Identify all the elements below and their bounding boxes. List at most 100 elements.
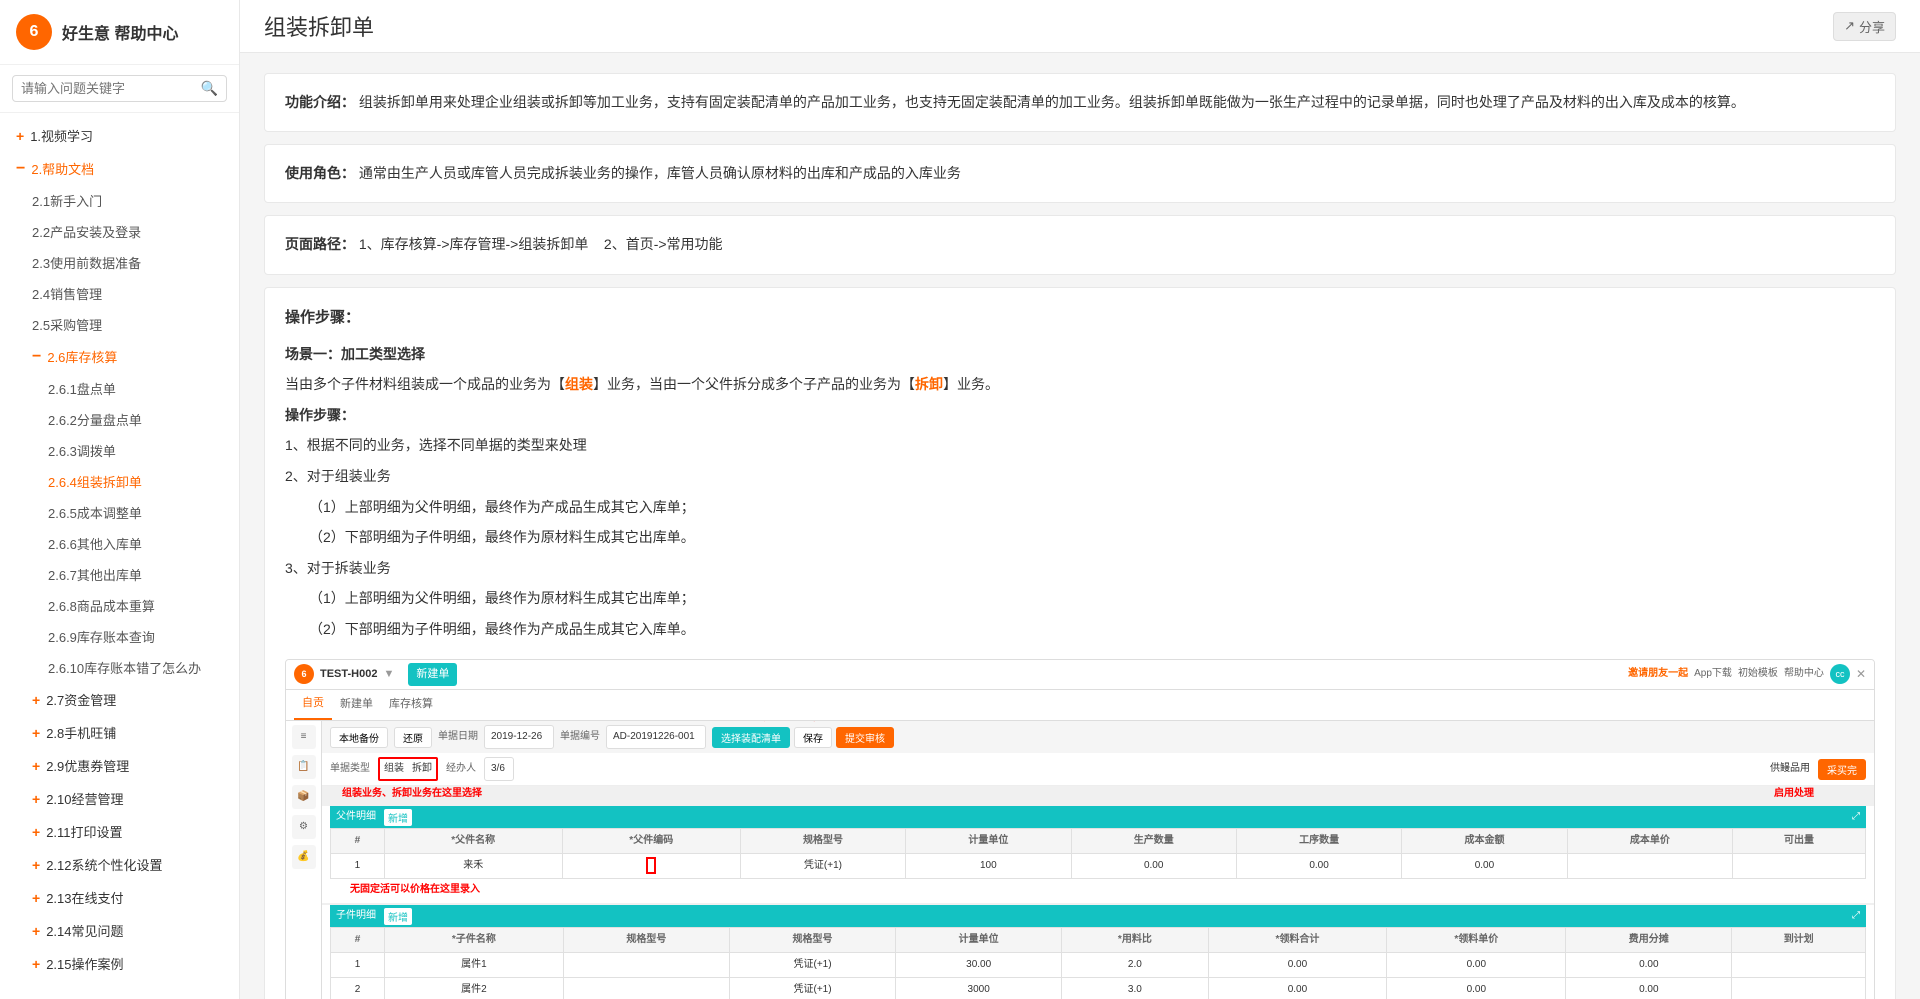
sim-date-field[interactable]: 2019-12-26 — [484, 725, 554, 749]
share-icon: ↗ — [1844, 18, 1855, 34]
main-panel: 组装拆卸单 ↗ 分享 功能介绍： 组装拆卸单用来处理企业组装或拆卸等加工业务，支… — [240, 0, 1920, 999]
path-item2: 2、首页->常用功能 — [604, 236, 723, 252]
sim-parent-row-unit: 100 — [906, 854, 1071, 879]
sim-docnum-field[interactable]: AD-20191226-001 — [606, 725, 706, 749]
sidebar-item-video[interactable]: + 1.视频学习 — [0, 119, 239, 152]
sidebar-item-docs[interactable]: − 2.帮助文档 — [0, 152, 239, 185]
sim-nav-icon-2[interactable]: 📋 — [292, 755, 316, 779]
sim-date-label: 单据日期 — [438, 728, 478, 746]
steps-card: 操作步骤： 场景一：加工类型选择 当由多个子件材料组装成一个成品的业务为【组装】… — [264, 287, 1896, 999]
screenshot-container: 6 TEST-H002 ▼ 新建单 邀请朋友一起 App下载 初始模板 帮助中心… — [285, 659, 1875, 999]
sim-child-section-header: 子件明细 新增 ⤢ — [330, 905, 1866, 927]
sim-parent-col-name: *父件名称 — [384, 829, 562, 854]
sidebar-item-install[interactable]: 2.2产品安装及登录 — [0, 216, 239, 247]
sim-spacer — [322, 786, 1874, 806]
sidebar-item-inv261[interactable]: 2.6.1盘点单 — [0, 373, 239, 404]
step2-2: （2）下部明细为子件明细，最终作为原材料生成其它出库单。 — [285, 524, 1875, 551]
sim-close-icon[interactable]: ✕ — [1856, 664, 1866, 686]
sidebar-item-custom[interactable]: + 2.12系统个性化设置 — [0, 848, 239, 881]
sim-type-option-disassemble[interactable]: 拆卸 — [412, 760, 432, 778]
sim-docnum-label: 单据编号 — [560, 728, 600, 746]
sim-parent-section: 父件明细 新增 ⤢ # *父件名称 *父件编码 — [322, 806, 1874, 903]
sim-tab-active: 新建单 — [408, 663, 457, 687]
intro-text: 组装拆卸单用来处理企业组装或拆卸等加工业务，支持有固定装配清单的产品加工业务，也… — [359, 94, 1745, 110]
sidebar-item-inv2610[interactable]: 2.6.10库存账本错了怎么办 — [0, 652, 239, 683]
sim-parent-row-prod-qty: 0.00 — [1071, 854, 1236, 879]
sim-promote-btn: 邀请朋友一起 — [1628, 665, 1688, 683]
sidebar-item-inv262[interactable]: 2.6.2分量盘点单 — [0, 404, 239, 435]
sidebar-item-inv268[interactable]: 2.6.8商品成本重算 — [0, 590, 239, 621]
sim-parent-row-spec: 凭证(+1) — [740, 854, 905, 879]
sidebar-item-print[interactable]: + 2.11打印设置 — [0, 815, 239, 848]
sim-parent-table-row: 1 来禾 凭证(+1) 100 0.00 0.00 0.00 — [331, 854, 1866, 879]
sim-dropdown-icon: ▼ — [383, 665, 394, 685]
sim-main-content: 本地备份 还原 单据日期 2019-12-26 单据编号 AD-20191226… — [322, 721, 1874, 999]
sim-type-option-assemble[interactable]: 组装 — [384, 760, 404, 778]
step2-1: （1）上部明细为父件明细，最终作为产成品生成其它入库单； — [285, 494, 1875, 521]
sim-nav-icon-3[interactable]: 📦 — [292, 785, 316, 809]
sim-avatar: cc — [1830, 664, 1850, 684]
sim-btn-restore[interactable]: 还原 — [394, 727, 432, 748]
sidebar-item-inv263[interactable]: 2.6.3调拨单 — [0, 435, 239, 466]
intro-label: 功能介绍： — [285, 94, 355, 110]
sidebar-item-data[interactable]: 2.3使用前数据准备 — [0, 247, 239, 278]
sim-app: 6 TEST-H002 ▼ 新建单 邀请朋友一起 App下载 初始模板 帮助中心… — [286, 660, 1874, 999]
sidebar-item-inv269[interactable]: 2.6.9库存账本查询 — [0, 621, 239, 652]
nav-group: + 1.视频学习 − 2.帮助文档 2.1新手入门 2.2产品安装及登录 2.3… — [0, 113, 239, 986]
expand-icon-ops: + — [32, 791, 40, 807]
sidebar-item-faq[interactable]: + 2.14常见问题 — [0, 914, 239, 947]
steps-section: 场景一：加工类型选择 当由多个子件材料组装成一个成品的业务为【组装】业务，当由一… — [285, 341, 1875, 643]
expand-icon-print: + — [32, 824, 40, 840]
sim-child-col-price: *领料单价 — [1387, 928, 1566, 953]
sim-child-col-total: *领料合计 — [1208, 928, 1387, 953]
sim-handler-field[interactable]: 3/6 — [484, 757, 514, 781]
sidebar-item-online[interactable]: + 2.13在线支付 — [0, 881, 239, 914]
sim-btn-save[interactable]: 保存 — [794, 727, 832, 748]
sim-btn-select-bom[interactable]: 选择装配清单 — [712, 727, 790, 748]
sidebar-item-ops[interactable]: + 2.10经营管理 — [0, 782, 239, 815]
sim-type-select[interactable]: 组装 拆卸 — [378, 757, 438, 781]
sidebar-item-purchase[interactable]: 2.5采购管理 — [0, 309, 239, 340]
sim-child-col-ratio: *用料比 — [1062, 928, 1208, 953]
sidebar-item-inv264[interactable]: 2.6.4组装拆卸单 — [0, 466, 239, 497]
topbar: 组装拆卸单 ↗ 分享 — [240, 0, 1920, 53]
sidebar-item-coupon[interactable]: + 2.9优惠券管理 — [0, 749, 239, 782]
sim-remark-btn[interactable]: 采买完 — [1818, 759, 1866, 780]
sim-nav-icon-5[interactable]: 💰 — [292, 845, 316, 869]
sim-btn-submit[interactable]: 提交审核 — [836, 727, 894, 748]
sim-add-parent-btn[interactable]: 新增 — [384, 809, 412, 826]
sidebar-item-newuser[interactable]: 2.1新手入门 — [0, 185, 239, 216]
share-button[interactable]: ↗ 分享 — [1833, 12, 1896, 41]
sidebar-item-inventory[interactable]: − 2.6库存核算 — [0, 340, 239, 373]
sim-expand-child-icon: ⤢ — [1852, 907, 1860, 925]
sidebar-item-finance[interactable]: + 2.7资金管理 — [0, 683, 239, 716]
search-icon[interactable]: 🔍 — [201, 80, 218, 97]
scenario-desc: 当由多个子件材料组装成一个成品的业务为【组装】业务，当由一个父件拆分成多个子产品… — [285, 371, 1875, 398]
step1: 1、根据不同的业务，选择不同单据的类型来处理 — [285, 432, 1875, 459]
sim-parent-col-num: # — [331, 829, 385, 854]
sidebar-item-inv266[interactable]: 2.6.6其他入库单 — [0, 528, 239, 559]
sim-nav-icon-4[interactable]: ⚙ — [292, 815, 316, 839]
sidebar-item-cases[interactable]: + 2.15操作案例 — [0, 947, 239, 980]
role-label: 使用角色： — [285, 165, 355, 181]
sim-btn-backup[interactable]: 本地备份 — [330, 727, 388, 748]
sidebar-item-inv265[interactable]: 2.6.5成本调整单 — [0, 497, 239, 528]
sidebar-item-mobile[interactable]: + 2.8手机旺铺 — [0, 716, 239, 749]
sim-help-center: 帮助中心 — [1784, 665, 1824, 683]
sim-child-table: # *子件名称 规格型号 规格型号 计量单位 *用料比 *领料合计 *领料单价 — [330, 927, 1866, 999]
sim-nav-icon-1[interactable]: ≡ — [292, 725, 316, 749]
path-item1: 1、库存核算->库存管理->组装拆卸单 — [359, 236, 588, 252]
sim-add-child-btn[interactable]: 新增 — [384, 908, 412, 925]
sim-parent-section-header: 父件明细 新增 ⤢ — [330, 806, 1866, 828]
sidebar-item-inv267[interactable]: 2.6.7其他出库单 — [0, 559, 239, 590]
expand-icon: + — [16, 128, 24, 144]
sim-parent-row-num: 1 — [331, 854, 385, 879]
step3-1: （1）上部明细为父件明细，最终作为原材料生成其它出库单； — [285, 585, 1875, 612]
sidebar-item-sales[interactable]: 2.4销售管理 — [0, 278, 239, 309]
search-input[interactable] — [21, 81, 201, 96]
app-title: 好生意 帮助中心 — [62, 20, 178, 44]
search-input-wrap[interactable]: 🔍 — [12, 75, 227, 102]
expand-icon-custom: + — [32, 857, 40, 873]
expand-icon-mobile: + — [32, 725, 40, 741]
sim-nav-inventory: 库存核算 — [381, 691, 441, 719]
